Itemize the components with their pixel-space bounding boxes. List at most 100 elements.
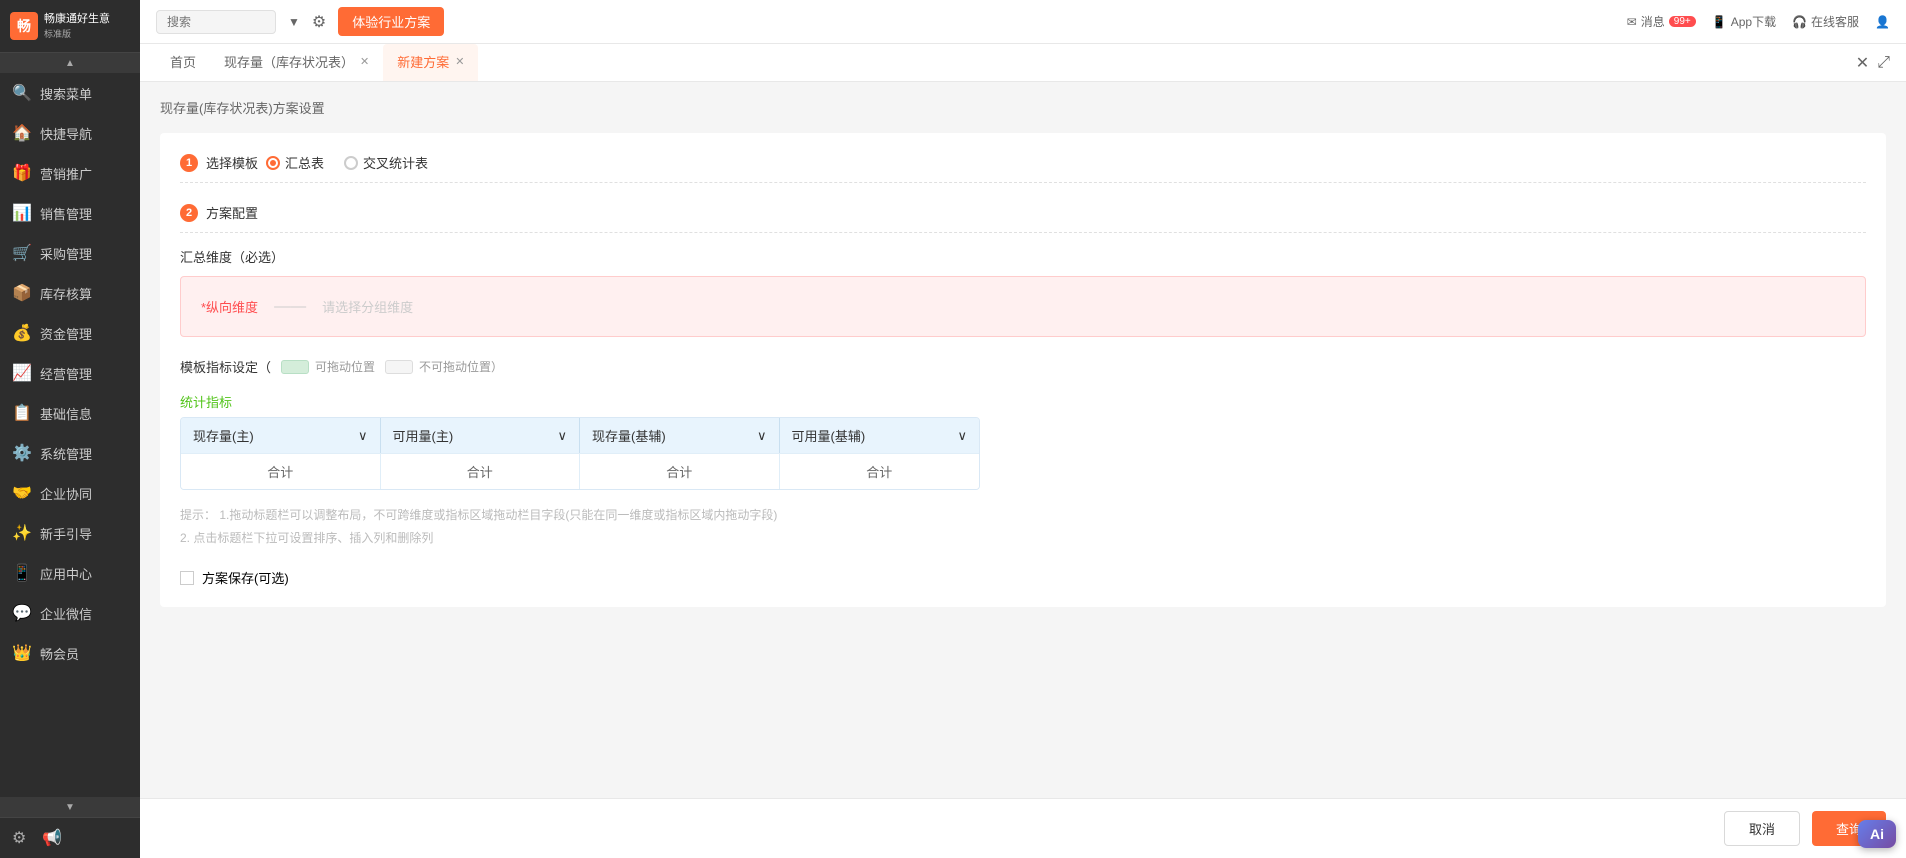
stats-table-header: 现存量(主) ∨ 可用量(主) ∨ 现存量(基辅) ∨ 可用量(基辅) [181,418,979,453]
tip-1: 提示： 1.拖动标题栏可以调整布局，不可跨维度或指标区域拖动栏目字段(只能在同一… [180,506,1866,525]
legend-draggable: 可拖动位置 [281,358,375,375]
trial-button[interactable]: 体验行业方案 [338,7,444,36]
col-dropdown-2[interactable]: ∨ [757,428,767,444]
sidebar-item-guide[interactable]: ✨ 新手引导 [0,513,140,553]
col-header-3[interactable]: 可用量(基辅) ∨ [780,418,980,453]
sidebar-item-label: 搜索菜单 [40,84,92,103]
topbar-settings-icon[interactable]: ⚙ [312,12,326,32]
tab-inventory-label: 现存量（库存状况表） [224,52,354,71]
col-header-1[interactable]: 可用量(主) ∨ [381,418,581,453]
tab-new-plan-close[interactable]: ✕ [455,55,464,68]
sidebar-item-sales[interactable]: 📊 销售管理 [0,193,140,233]
sidebar-item-search[interactable]: 🔍 搜索菜单 [0,73,140,113]
messages-label: 消息 [1641,13,1665,30]
step2-section: 2 方案配置 汇总维度（必选） *纵向维度 —— 请选择分组维度 模板指标设定（ [180,203,1866,548]
sidebar-scroll-down[interactable]: ▼ [0,797,140,817]
tab-inventory-status[interactable]: 现存量（库存状况表） ✕ [210,44,383,81]
tab-expand-btn[interactable]: ⤢ [1877,54,1890,72]
online-service-label: 在线客服 [1811,13,1859,30]
sidebar-item-finance[interactable]: 💰 资金管理 [0,313,140,353]
search-input[interactable] [156,10,276,34]
radio-cross[interactable]: 交叉统计表 [344,153,428,172]
step1-title: 选择模板 [206,153,258,172]
logo-icon: 畅 [10,12,38,40]
tab-close-btn[interactable]: ✕ [1856,53,1869,73]
sidebar-scroll-up[interactable]: ▲ [0,53,140,73]
col-label-0: 现存量(主) [193,426,254,445]
main-content: 现存量(库存状况表)方案设置 1 选择模板 汇总表 交叉统计表 [140,82,1906,798]
collab-icon: 🤝 [12,483,32,503]
stats-cell-1: 合计 [381,453,581,489]
sidebar-item-nav[interactable]: 🏠 快捷导航 [0,113,140,153]
sidebar-item-inventory[interactable]: 📦 库存核算 [0,273,140,313]
main-area: ▼ ⚙ 体验行业方案 ✉ 消息 99+ 📱 App下载 🎧 在线客服 👤 [140,0,1906,858]
step2-header: 2 方案配置 [180,203,1866,233]
guide-icon: ✨ [12,523,32,543]
tab-home-label: 首页 [170,52,196,71]
sidebar-item-management[interactable]: 📈 经营管理 [0,353,140,393]
tips-section: 提示： 1.拖动标题栏可以调整布局，不可跨维度或指标区域拖动栏目字段(只能在同一… [180,506,1866,548]
draggable-legend-box [281,360,309,374]
sidebar-item-label: 基础信息 [40,404,92,423]
radio-cross-circle [344,156,358,170]
footer: 取消 查询 [140,798,1906,858]
indicators-label-text: 模板指标设定（ [180,357,271,376]
step1-header: 1 选择模板 汇总表 交叉统计表 [180,153,1866,183]
dimension-required-area[interactable]: *纵向维度 —— 请选择分组维度 [180,276,1866,337]
sidebar-item-label: 应用中心 [40,564,92,583]
sidebar-item-purchase[interactable]: 🛒 采购管理 [0,233,140,273]
sidebar-item-member[interactable]: 👑 畅会员 [0,633,140,673]
app-download-btn[interactable]: 📱 App下载 [1712,13,1776,30]
page-title: 现存量(库存状况表)方案设置 [160,98,1886,117]
stats-label: 统计指标 [180,392,1866,411]
col-label-1: 可用量(主) [393,426,454,445]
sidebar-menu: 🔍 搜索菜单 🏠 快捷导航 🎁 营销推广 📊 销售管理 🛒 采购管理 📦 库存核… [0,73,140,797]
management-icon: 📈 [12,363,32,383]
sidebar: 畅 畅康通好生意 标准版 ▲ 🔍 搜索菜单 🏠 快捷导航 🎁 营销推广 📊 销售… [0,0,140,858]
sidebar-item-marketing[interactable]: 🎁 营销推广 [0,153,140,193]
sidebar-item-label: 采购管理 [40,244,92,263]
user-avatar[interactable]: 👤 [1875,15,1890,29]
online-service-btn[interactable]: 🎧 在线客服 [1792,13,1859,30]
cart-icon: 🛒 [12,243,32,263]
sidebar-logo: 畅 畅康通好生意 标准版 [0,0,140,53]
ai-fab-button[interactable]: Ai [1858,820,1896,848]
config-card: 1 选择模板 汇总表 交叉统计表 [160,133,1886,607]
tab-new-plan[interactable]: 新建方案 ✕ [383,44,478,81]
info-icon: 📋 [12,403,32,423]
speaker-icon[interactable]: 📢 [42,828,62,848]
sidebar-item-label: 库存核算 [40,284,92,303]
col-dropdown-0[interactable]: ∨ [358,428,368,444]
col-dropdown-3[interactable]: ∨ [957,428,967,444]
app-edition: 标准版 [44,27,110,40]
settings-icon[interactable]: ⚙ [12,828,26,848]
stats-table-body: 合计 合计 合计 合计 [181,453,979,489]
save-checkbox[interactable] [180,571,194,585]
step1-section: 1 选择模板 汇总表 交叉统计表 [180,153,1866,183]
sidebar-item-wechat[interactable]: 💬 企业微信 [0,593,140,633]
sidebar-item-label: 系统管理 [40,444,92,463]
sidebar-item-apps[interactable]: 📱 应用中心 [0,553,140,593]
tab-home[interactable]: 首页 [156,44,210,81]
cancel-button[interactable]: 取消 [1724,811,1800,846]
col-label-2: 现存量(基辅) [592,426,666,445]
sidebar-item-basic-info[interactable]: 📋 基础信息 [0,393,140,433]
radio-summary[interactable]: 汇总表 [266,153,324,172]
col-header-2[interactable]: 现存量(基辅) ∨ [580,418,780,453]
tab-actions: ✕ ⤢ [1856,53,1890,73]
dimension-section-label: 汇总维度（必选） [180,247,1866,266]
col-dropdown-1[interactable]: ∨ [557,428,567,444]
messages-btn[interactable]: ✉ 消息 99+ [1627,13,1696,30]
sidebar-item-label: 快捷导航 [40,124,92,143]
radio-summary-label: 汇总表 [285,153,324,172]
topbar-dropdown[interactable]: ▼ [288,15,300,29]
col-header-0[interactable]: 现存量(主) ∨ [181,418,381,453]
sidebar-item-label: 企业协同 [40,484,92,503]
sidebar-item-collab[interactable]: 🤝 企业协同 [0,473,140,513]
tab-inventory-close[interactable]: ✕ [360,55,369,68]
sidebar-item-system[interactable]: ⚙️ 系统管理 [0,433,140,473]
stats-table: 现存量(主) ∨ 可用量(主) ∨ 现存量(基辅) ∨ 可用量(基辅) [180,417,980,490]
sidebar-item-label: 销售管理 [40,204,92,223]
step1-badge: 1 [180,154,198,172]
chart-icon: 📊 [12,203,32,223]
